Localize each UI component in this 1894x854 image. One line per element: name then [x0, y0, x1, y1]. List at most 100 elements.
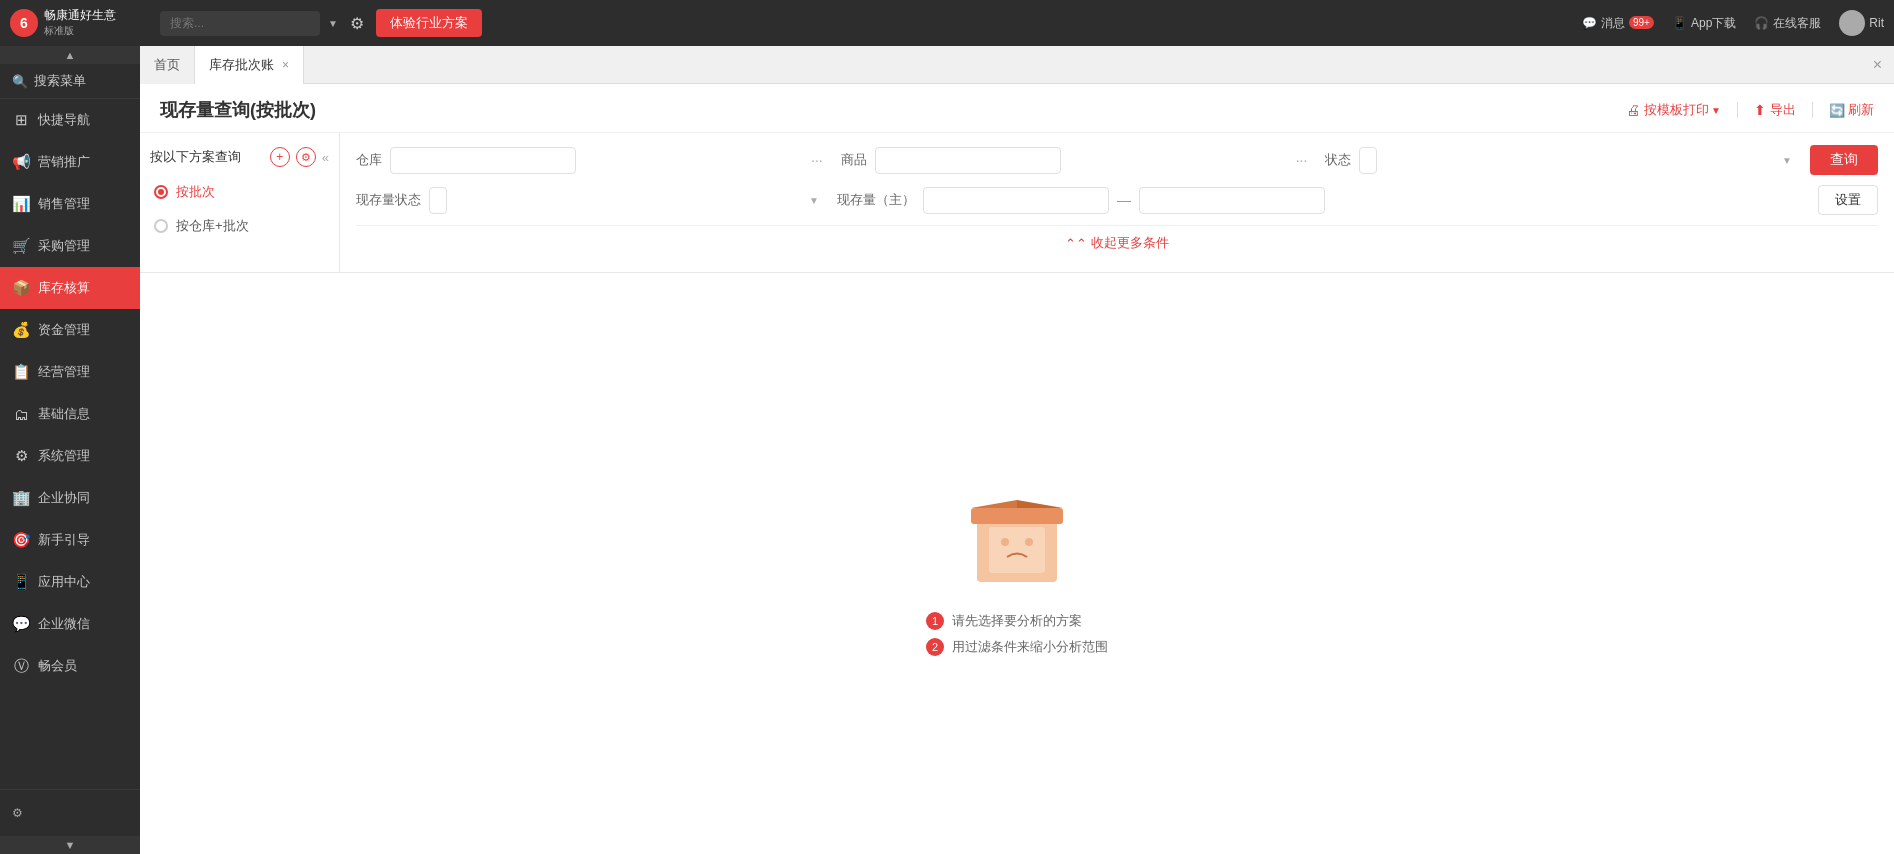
warehouse-more-icon[interactable]: ···	[811, 152, 823, 168]
app-logo: 6 畅康通好生意 标准版	[10, 8, 150, 38]
sidebar-item-operation[interactable]: 📋 经营管理	[0, 351, 140, 393]
settings-icon[interactable]: ⚙	[346, 10, 368, 37]
sidebar-item-sales[interactable]: 📊 销售管理	[0, 183, 140, 225]
trial-btn[interactable]: 体验行业方案	[376, 9, 482, 37]
appstore-icon: 📱	[12, 573, 30, 591]
sidebar-item-appstore[interactable]: 📱 应用中心	[0, 561, 140, 603]
status-filter-label: 状态	[1325, 151, 1351, 169]
enterprise-icon: 🏢	[12, 489, 30, 507]
sidebar-item-system[interactable]: ⚙ 系统管理	[0, 435, 140, 477]
sidebar-label-marketing: 营销推广	[38, 153, 90, 171]
top-nav-center: 搜索... ▼ ⚙ 体验行业方案	[150, 9, 1582, 37]
sidebar-search-label: 搜索菜单	[34, 72, 86, 90]
phone-icon: 📱	[1672, 16, 1687, 30]
tab-home[interactable]: 首页	[140, 46, 195, 84]
add-scheme-btn[interactable]: +	[270, 147, 290, 167]
page-header: 现存量查询(按批次) 🖨 按模板打印 ▼ ⬆ 导出	[140, 84, 1894, 133]
print-template-btn[interactable]: 🖨 按模板打印	[1626, 101, 1709, 119]
sidebar-item-marketing[interactable]: 📢 营销推广	[0, 141, 140, 183]
headset-icon: 🎧	[1754, 16, 1769, 30]
edit-scheme-btn[interactable]: ⚙	[296, 147, 316, 167]
tab-inventory-batch[interactable]: 库存批次账 ×	[195, 46, 304, 84]
nav-search-box[interactable]: 搜索...	[160, 11, 320, 36]
inventory-icon: 📦	[12, 279, 30, 297]
sales-icon: 📊	[12, 195, 30, 213]
sidebar-item-purchase[interactable]: 🛒 采购管理	[0, 225, 140, 267]
sidebar-item-finance[interactable]: 💰 资金管理	[0, 309, 140, 351]
left-panel-header-actions: + ⚙ «	[270, 147, 329, 167]
finance-icon: 💰	[12, 321, 30, 339]
sidebar-label-appstore: 应用中心	[38, 573, 90, 591]
divider	[1737, 102, 1738, 118]
filter-group-inventory-qty: 现存量（主） —	[837, 187, 1325, 214]
sidebar-item-quick-nav[interactable]: ⊞ 快捷导航	[0, 99, 140, 141]
sidebar-settings-btn[interactable]: ⚙	[0, 798, 140, 828]
sidebar-item-inventory[interactable]: 📦 库存核算	[0, 267, 140, 309]
sidebar-item-enterprise[interactable]: 🏢 企业协同	[0, 477, 140, 519]
filter-row-1: 仓库 ··· 商品 ···	[356, 145, 1878, 175]
page-header-actions: 🖨 按模板打印 ▼ ⬆ 导出 🔄 刷新	[1626, 101, 1874, 119]
scheme-by-warehouse-batch-label: 按仓库+批次	[176, 217, 249, 235]
nav-search-text: 搜索...	[170, 16, 204, 30]
left-panel-header: 按以下方案查询 + ⚙ «	[140, 143, 339, 175]
inventory-qty-from-input[interactable]	[923, 187, 1109, 214]
hint-num-1: 1	[926, 612, 944, 630]
status-select[interactable]	[1359, 147, 1377, 174]
print-chevron-icon[interactable]: ▼	[1711, 105, 1721, 116]
query-btn[interactable]: 查询	[1810, 145, 1878, 175]
inventory-qty-label: 现存量（主）	[837, 191, 915, 209]
inventory-qty-to-input[interactable]	[1139, 187, 1325, 214]
export-label: 导出	[1770, 101, 1796, 119]
product-more-icon[interactable]: ···	[1296, 152, 1308, 168]
right-filter: 仓库 ··· 商品 ···	[340, 133, 1894, 272]
home-tab-label: 首页	[154, 56, 180, 74]
refresh-btn[interactable]: 🔄 刷新	[1829, 101, 1874, 119]
sidebar-scroll-up-btn[interactable]: ▲	[0, 46, 140, 64]
sidebar-label-basic: 基础信息	[38, 405, 90, 423]
export-btn[interactable]: ⬆ 导出	[1754, 101, 1796, 119]
page-title: 现存量查询(按批次)	[160, 98, 316, 122]
inventory-status-select[interactable]	[429, 187, 447, 214]
message-nav-item[interactable]: 💬 消息 99+	[1582, 15, 1654, 32]
sidebar-item-vip[interactable]: Ⓥ 畅会员	[0, 645, 140, 687]
filter-group-inventory-status: 现存量状态 ▼	[356, 187, 825, 214]
settings-btn[interactable]: 设置	[1818, 185, 1878, 215]
sidebar-label-wechat: 企业微信	[38, 615, 90, 633]
sidebar-label-vip: 畅会员	[38, 657, 77, 675]
scheme-by-batch[interactable]: 按批次	[140, 175, 339, 209]
sidebar-item-basic[interactable]: 🗂 基础信息	[0, 393, 140, 435]
scheme-by-warehouse-batch[interactable]: 按仓库+批次	[140, 209, 339, 243]
sidebar-item-wechat[interactable]: 💬 企业微信	[0, 603, 140, 645]
collapse-filter-btn[interactable]: ⌃⌃ 收起更多条件	[356, 225, 1878, 260]
company-name: 畅康通好生意	[44, 8, 116, 24]
online-service-label: 在线客服	[1773, 15, 1821, 32]
app-download-nav-item[interactable]: 📱 App下载	[1672, 15, 1736, 32]
tab-close-icon[interactable]: ×	[282, 58, 289, 72]
app-download-label: App下载	[1691, 15, 1736, 32]
sidebar-label-newuser: 新手引导	[38, 531, 90, 549]
warehouse-input[interactable]	[390, 147, 576, 174]
print-template-label: 按模板打印	[1644, 101, 1709, 119]
dropdown-arrow-icon[interactable]: ▼	[328, 18, 338, 29]
sidebar-item-newuser[interactable]: 🎯 新手引导	[0, 519, 140, 561]
filter-group-warehouse: 仓库 ···	[356, 147, 829, 174]
search-icon: 🔍	[12, 74, 28, 89]
content-area: 首页 库存批次账 × × 现存量查询(按批次) 🖨 按模板打印	[140, 46, 1894, 854]
radio-dot-inner	[158, 189, 164, 195]
radio-by-warehouse-icon	[154, 219, 168, 233]
product-input[interactable]	[875, 147, 1061, 174]
refresh-icon: 🔄	[1829, 103, 1845, 118]
message-badge: 99+	[1629, 16, 1654, 29]
print-btn-wrap: 🖨 按模板打印 ▼	[1626, 101, 1721, 119]
filter-group-product: 商品 ···	[841, 147, 1314, 174]
sidebar-scroll-down-btn[interactable]: ▼	[0, 836, 140, 854]
tab-bar: 首页 库存批次账 × ×	[140, 46, 1894, 84]
tab-panel-close-icon[interactable]: ×	[1861, 56, 1894, 74]
collapse-panel-icon[interactable]: «	[322, 150, 329, 165]
user-nav-item[interactable]: Rit	[1839, 10, 1884, 36]
hint-num-2: 2	[926, 638, 944, 656]
online-service-nav-item[interactable]: 🎧 在线客服	[1754, 15, 1821, 32]
sidebar-search[interactable]: 🔍 搜索菜单	[0, 64, 140, 99]
warehouse-input-wrap: ···	[390, 147, 829, 174]
wechat-icon: 💬	[12, 615, 30, 633]
